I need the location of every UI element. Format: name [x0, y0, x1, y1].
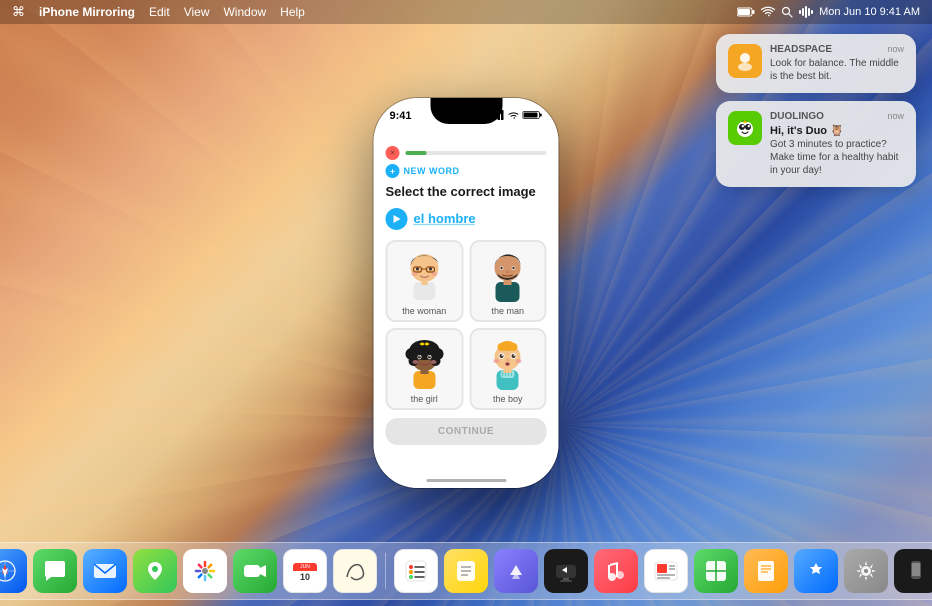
menu-app-name[interactable]: iPhone Mirroring	[39, 5, 135, 19]
dock-music[interactable]	[594, 549, 638, 593]
duolingo-icon	[728, 111, 762, 145]
new-word-label: NEW WORD	[404, 166, 460, 176]
woman-label: the woman	[402, 306, 446, 316]
man-image	[483, 248, 533, 303]
dock-news[interactable]	[644, 549, 688, 593]
man-label: the man	[491, 306, 524, 316]
notification-area: Headspace now Look for balance. The midd…	[716, 34, 916, 187]
iphone-frame: 9:41 ✕	[374, 98, 559, 488]
dock-reminders[interactable]	[394, 549, 438, 593]
menu-bar: ⌘ iPhone Mirroring Edit View Window Help	[0, 0, 932, 24]
svg-text:10: 10	[300, 572, 310, 582]
duolingo-content: Duolingo now Hi, it's Duo 🦉 Got 3 minute…	[770, 111, 904, 177]
image-choices-grid: the woman	[386, 240, 547, 410]
iphone-notch	[430, 98, 502, 124]
headspace-content: Headspace now Look for balance. The midd…	[770, 44, 904, 83]
girl-image	[399, 336, 449, 391]
apple-menu[interactable]: ⌘	[12, 4, 25, 20]
choice-woman[interactable]: the woman	[386, 240, 464, 322]
headspace-logo	[731, 47, 759, 75]
iphone-status-bar: 9:41	[374, 98, 559, 142]
dock-divider	[385, 553, 386, 589]
notification-duolingo[interactable]: Duolingo now Hi, it's Duo 🦉 Got 3 minute…	[716, 101, 916, 187]
question-title: Select the correct image	[386, 184, 547, 200]
dock-notes[interactable]	[444, 549, 488, 593]
headspace-app-name: Headspace	[770, 44, 832, 55]
menu-edit[interactable]: Edit	[149, 5, 170, 19]
audio-button[interactable]	[386, 208, 408, 230]
duolingo-app-name: Duolingo	[770, 111, 824, 122]
iphone-battery-icon	[523, 110, 543, 120]
dock-mail[interactable]	[83, 549, 127, 593]
menu-bar-right: Mon Jun 10 9:41 AM	[737, 6, 920, 18]
headspace-time: now	[887, 44, 904, 54]
headspace-icon	[728, 44, 762, 78]
dock-appstore[interactable]	[794, 549, 838, 593]
dock-pages[interactable]	[744, 549, 788, 593]
dock-iphonemirroring[interactable]	[894, 549, 932, 593]
notification-headspace[interactable]: Headspace now Look for balance. The midd…	[716, 34, 916, 93]
dock-freeform[interactable]	[333, 549, 377, 593]
battery-icon	[737, 7, 755, 17]
audio-prompt: el hombre	[386, 208, 547, 230]
menu-help[interactable]: Help	[280, 5, 305, 19]
new-word-icon: +	[386, 164, 400, 178]
woman-image	[399, 248, 449, 303]
continue-button[interactable]: CONTINUE	[386, 418, 547, 445]
dock-safari[interactable]	[0, 549, 27, 593]
wifi-icon	[761, 6, 775, 18]
dock-systemprefs[interactable]	[844, 549, 888, 593]
svg-text:JUN: JUN	[300, 564, 310, 570]
menu-window[interactable]: Window	[223, 5, 266, 19]
iphone-wifi-icon	[508, 111, 520, 120]
dock-calendar[interactable]: 10 JUN	[283, 549, 327, 593]
boy-label: the boy	[493, 394, 523, 404]
dock-photos[interactable]	[183, 549, 227, 593]
progress-bar	[406, 151, 547, 155]
girl-label: the girl	[411, 394, 438, 404]
duolingo-logo	[731, 114, 759, 142]
dock-facetime[interactable]	[233, 549, 277, 593]
dock-numbers[interactable]	[694, 549, 738, 593]
menu-bar-left: ⌘ iPhone Mirroring Edit View Window Help	[12, 4, 305, 20]
duolingo-title: Hi, it's Duo 🦉	[770, 124, 904, 137]
dock: 10 JUN	[0, 542, 932, 600]
headspace-body: Look for balance. The middle is the best…	[770, 57, 904, 83]
choice-boy[interactable]: the boy	[469, 328, 547, 410]
siri-icon[interactable]	[799, 6, 813, 18]
choice-man[interactable]: the man	[469, 240, 547, 322]
new-word-badge: + NEW WORD	[386, 164, 547, 178]
dock-mercury[interactable]	[494, 549, 538, 593]
app-header: ✕	[386, 146, 547, 160]
home-indicator	[426, 479, 506, 482]
search-icon[interactable]	[781, 6, 793, 18]
duolingo-time: now	[887, 111, 904, 121]
duolingo-app-content: ✕ + NEW WORD Select the correct image el…	[374, 142, 559, 488]
dock-maps[interactable]	[133, 549, 177, 593]
dock-messages[interactable]	[33, 549, 77, 593]
menu-view[interactable]: View	[184, 5, 210, 19]
boy-image	[483, 336, 533, 391]
target-word: el hombre	[414, 211, 476, 226]
dock-appletv[interactable]	[544, 549, 588, 593]
duolingo-body: Got 3 minutes to practice? Make time for…	[770, 138, 904, 177]
menu-clock: Mon Jun 10 9:41 AM	[819, 6, 920, 18]
choice-girl[interactable]: the girl	[386, 328, 464, 410]
close-button[interactable]: ✕	[386, 146, 400, 160]
progress-fill	[406, 151, 427, 155]
iphone-time: 9:41	[390, 110, 412, 122]
